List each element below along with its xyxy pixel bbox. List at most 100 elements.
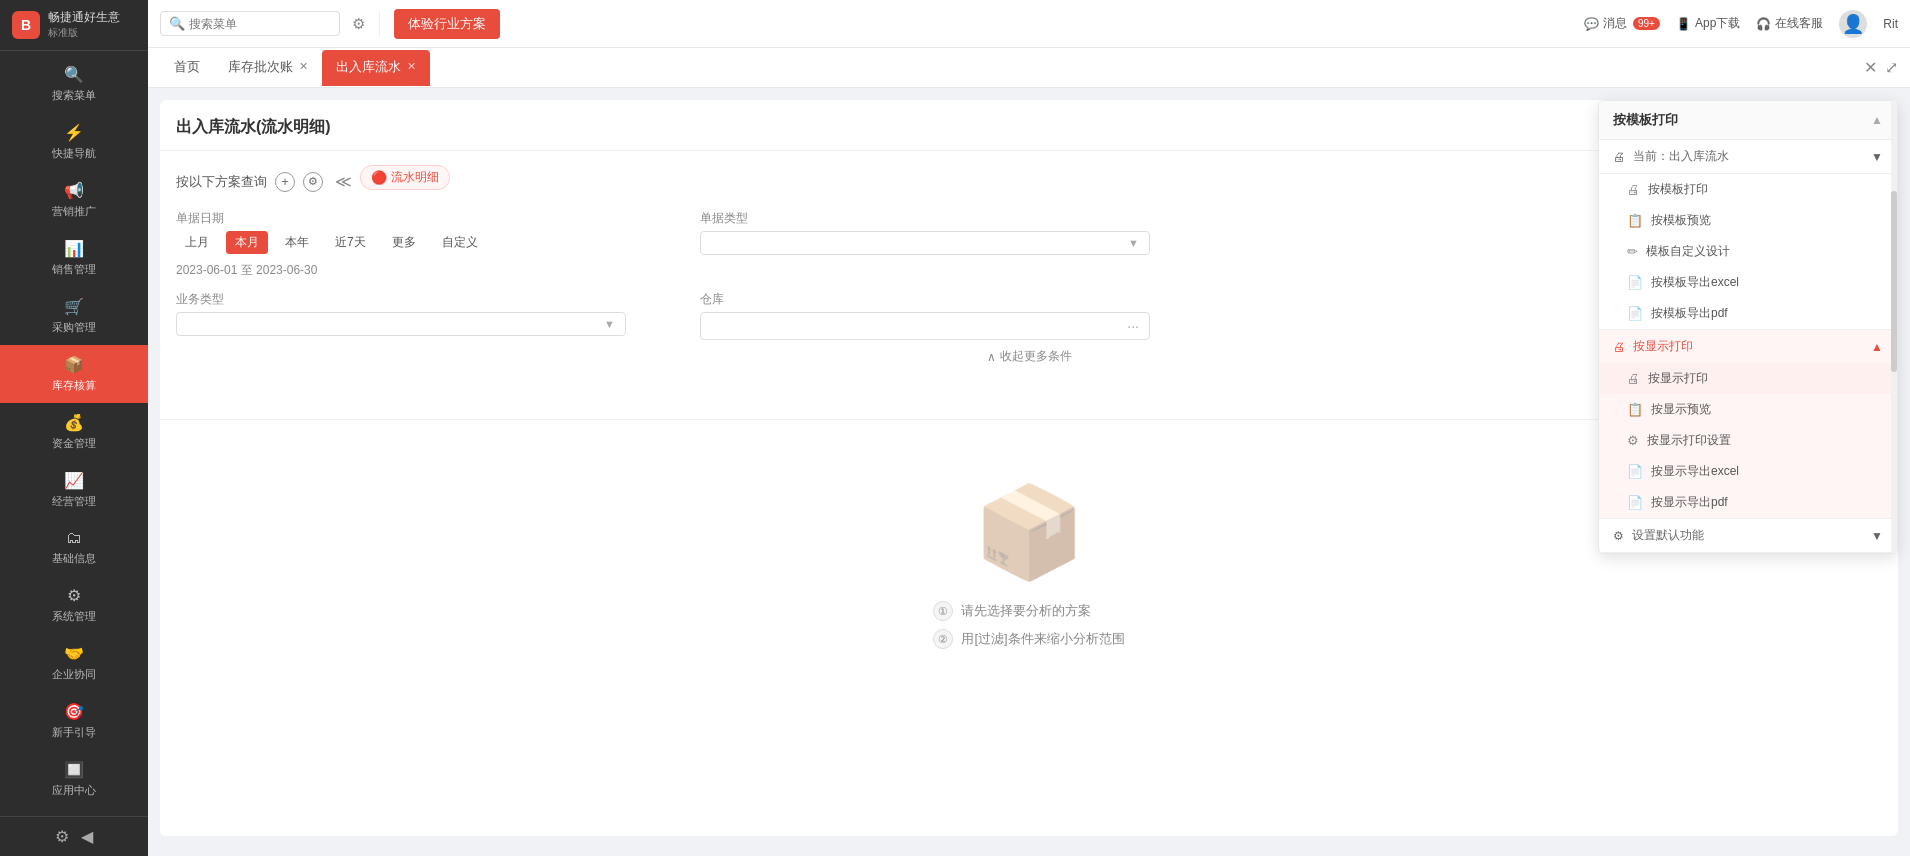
sidebar-item-label: 快捷导航	[52, 146, 96, 161]
set-default-header[interactable]: ⚙ 设置默认功能 ▼	[1599, 519, 1897, 552]
close-window-icon[interactable]: ✕	[1864, 58, 1877, 77]
custom-item-icon: ✏	[1627, 244, 1638, 259]
set-default-arrow: ▼	[1871, 529, 1883, 543]
message-button[interactable]: 💬 消息 99+	[1584, 15, 1660, 32]
excel-item-icon: 📄	[1627, 275, 1643, 290]
industry-solution-button[interactable]: 体验行业方案	[394, 9, 500, 39]
current-template-section: 🖨 当前：出入库流水 ▼	[1599, 140, 1897, 174]
this-month-btn[interactable]: 本月	[226, 231, 268, 254]
sidebar-item-label: 应用中心	[52, 783, 96, 798]
empty-illustration: 📦	[973, 480, 1085, 585]
display-export-pdf-item[interactable]: 📄 按显示导出pdf	[1599, 487, 1897, 518]
sidebar-item-label: 营销推广	[52, 204, 96, 219]
more-btn[interactable]: 更多	[383, 231, 425, 254]
message-icon: 💬	[1584, 17, 1599, 31]
tab-batch-close-icon[interactable]: ✕	[299, 60, 308, 73]
display-print-label: 按显示打印	[1648, 370, 1708, 387]
sidebar-item-sales[interactable]: 📊 销售管理	[0, 229, 148, 287]
settings-footer-icon[interactable]: ⚙	[55, 827, 69, 846]
sales-icon: 📊	[64, 239, 84, 258]
this-year-btn[interactable]: 本年	[276, 231, 318, 254]
pdf-item-icon: 📄	[1627, 306, 1643, 321]
display-section-label: 按显示打印	[1633, 338, 1693, 355]
filter-settings-button[interactable]: ⚙	[303, 172, 323, 192]
current-template-header[interactable]: 🖨 当前：出入库流水 ▼	[1599, 140, 1897, 173]
doctype-select[interactable]: ▼	[700, 231, 1150, 255]
custom-btn[interactable]: 自定义	[433, 231, 487, 254]
template-print-item[interactable]: 🖨 按模板打印	[1599, 174, 1897, 205]
search-box[interactable]: 🔍	[160, 11, 340, 36]
display-excel-icon: 📄	[1627, 464, 1643, 479]
display-export-excel-label: 按显示导出excel	[1651, 463, 1739, 480]
warehouse-select[interactable]: ···	[700, 312, 1150, 340]
tab-home[interactable]: 首页	[160, 50, 214, 86]
business-filter-label: 业务类型	[176, 291, 676, 308]
online-service-label: 在线客服	[1775, 15, 1823, 32]
current-template-arrow: ▼	[1871, 150, 1883, 164]
filter-group-business: 业务类型 ▼	[176, 291, 676, 336]
template-custom-item[interactable]: ✏ 模板自定义设计	[1599, 236, 1897, 267]
warehouse-filter-label: 仓库	[700, 291, 1200, 308]
display-print-header[interactable]: 🖨 按显示打印 ▲	[1599, 330, 1897, 363]
page-title: 出入库流水(流水明细)	[176, 117, 331, 138]
business-select[interactable]: ▼	[176, 312, 626, 336]
coop-icon: 🤝	[64, 644, 84, 663]
sidebar-item-wechat[interactable]: 💬 企业微信	[0, 808, 148, 816]
sidebar-item-guide[interactable]: 🎯 新手引导	[0, 692, 148, 750]
dropdown-scrollbar-thumb[interactable]	[1891, 191, 1897, 372]
tab-batch[interactable]: 库存批次账 ✕	[214, 50, 322, 86]
filter-collapse-icon[interactable]: ≪	[335, 172, 352, 191]
collapse-label: 收起更多条件	[1000, 348, 1072, 365]
tab-flow[interactable]: 出入库流水 ✕	[322, 50, 430, 86]
display-print-settings-item[interactable]: ⚙ 按显示打印设置	[1599, 425, 1897, 456]
sidebar-item-business[interactable]: 📈 经营管理	[0, 461, 148, 519]
sidebar-item-coop[interactable]: 🤝 企业协同	[0, 634, 148, 692]
display-export-excel-item[interactable]: 📄 按显示导出excel	[1599, 456, 1897, 487]
preview-item-icon: 📋	[1627, 213, 1643, 228]
message-badge: 99+	[1633, 17, 1660, 30]
last7days-btn[interactable]: 近7天	[326, 231, 375, 254]
display-settings-icon: ⚙	[1627, 433, 1639, 448]
sidebar-item-apps[interactable]: 🔲 应用中心	[0, 750, 148, 808]
template-export-excel-label: 按模板导出excel	[1651, 274, 1739, 291]
template-export-pdf-item[interactable]: 📄 按模板导出pdf	[1599, 298, 1897, 329]
avatar[interactable]: 👤	[1839, 10, 1867, 38]
filter-add-button[interactable]: +	[275, 172, 295, 192]
last-month-btn[interactable]: 上月	[176, 231, 218, 254]
sidebar-item-system[interactable]: ⚙ 系统管理	[0, 576, 148, 634]
expand-icon[interactable]: ⤢	[1885, 58, 1898, 77]
sidebar-item-search[interactable]: 🔍 搜索菜单	[0, 55, 148, 113]
empty-steps: ① 请先选择要分析的方案 ② 用[过滤]条件来缩小分析范围	[933, 601, 1124, 649]
shortcut-icon: ⚡	[64, 123, 84, 142]
apps-icon: 🔲	[64, 760, 84, 779]
sidebar-item-finance[interactable]: 💰 资金管理	[0, 403, 148, 461]
filter-label: 按以下方案查询	[176, 173, 267, 191]
collapse-sidebar-icon[interactable]: ◀	[81, 827, 93, 846]
sidebar-item-label: 销售管理	[52, 262, 96, 277]
online-service-button[interactable]: 🎧 在线客服	[1756, 15, 1823, 32]
sidebar-item-inventory[interactable]: 📦 库存核算	[0, 345, 148, 403]
sidebar-item-basic[interactable]: 🗂 基础信息	[0, 519, 148, 576]
template-export-pdf-label: 按模板导出pdf	[1651, 305, 1728, 322]
date-filter-label: 单据日期	[176, 210, 676, 227]
app-name: 畅捷通好生意	[48, 10, 120, 26]
display-preview-item[interactable]: 📋 按显示预览	[1599, 394, 1897, 425]
date-quick-buttons: 上月 本月 本年 近7天 更多 自定义	[176, 231, 676, 254]
sidebar-item-purchase[interactable]: 🛒 采购管理	[0, 287, 148, 345]
sidebar-item-marketing[interactable]: 📢 营销推广	[0, 171, 148, 229]
search-input[interactable]	[189, 17, 309, 31]
app-download-button[interactable]: 📱 App下载	[1676, 15, 1740, 32]
display-print-item[interactable]: 🖨 按显示打印	[1599, 363, 1897, 394]
topbar-gear-icon[interactable]: ⚙	[352, 15, 365, 33]
filter-group-warehouse: 仓库 ···	[700, 291, 1200, 340]
doctype-dropdown-arrow: ▼	[1128, 237, 1139, 249]
print-dropdown-close-icon[interactable]: ▲	[1871, 113, 1883, 127]
display-print-section: 🖨 按显示打印 ▲ 🖨 按显示打印 📋 按显示预览 ⚙ 按显示打印设置 📄 按显…	[1599, 330, 1897, 519]
template-export-excel-item[interactable]: 📄 按模板导出excel	[1599, 267, 1897, 298]
sidebar-item-shortcut[interactable]: ⚡ 快捷导航	[0, 113, 148, 171]
tab-flow-close-icon[interactable]: ✕	[407, 60, 416, 73]
template-preview-item[interactable]: 📋 按模板预览	[1599, 205, 1897, 236]
filter-group-date: 单据日期 上月 本月 本年 近7天 更多 自定义 2023-06-01 至 20…	[176, 210, 676, 279]
sidebar-nav: 🔍 搜索菜单 ⚡ 快捷导航 📢 营销推广 📊 销售管理 🛒 采购管理 📦 库存核…	[0, 51, 148, 816]
system-icon: ⚙	[67, 586, 81, 605]
